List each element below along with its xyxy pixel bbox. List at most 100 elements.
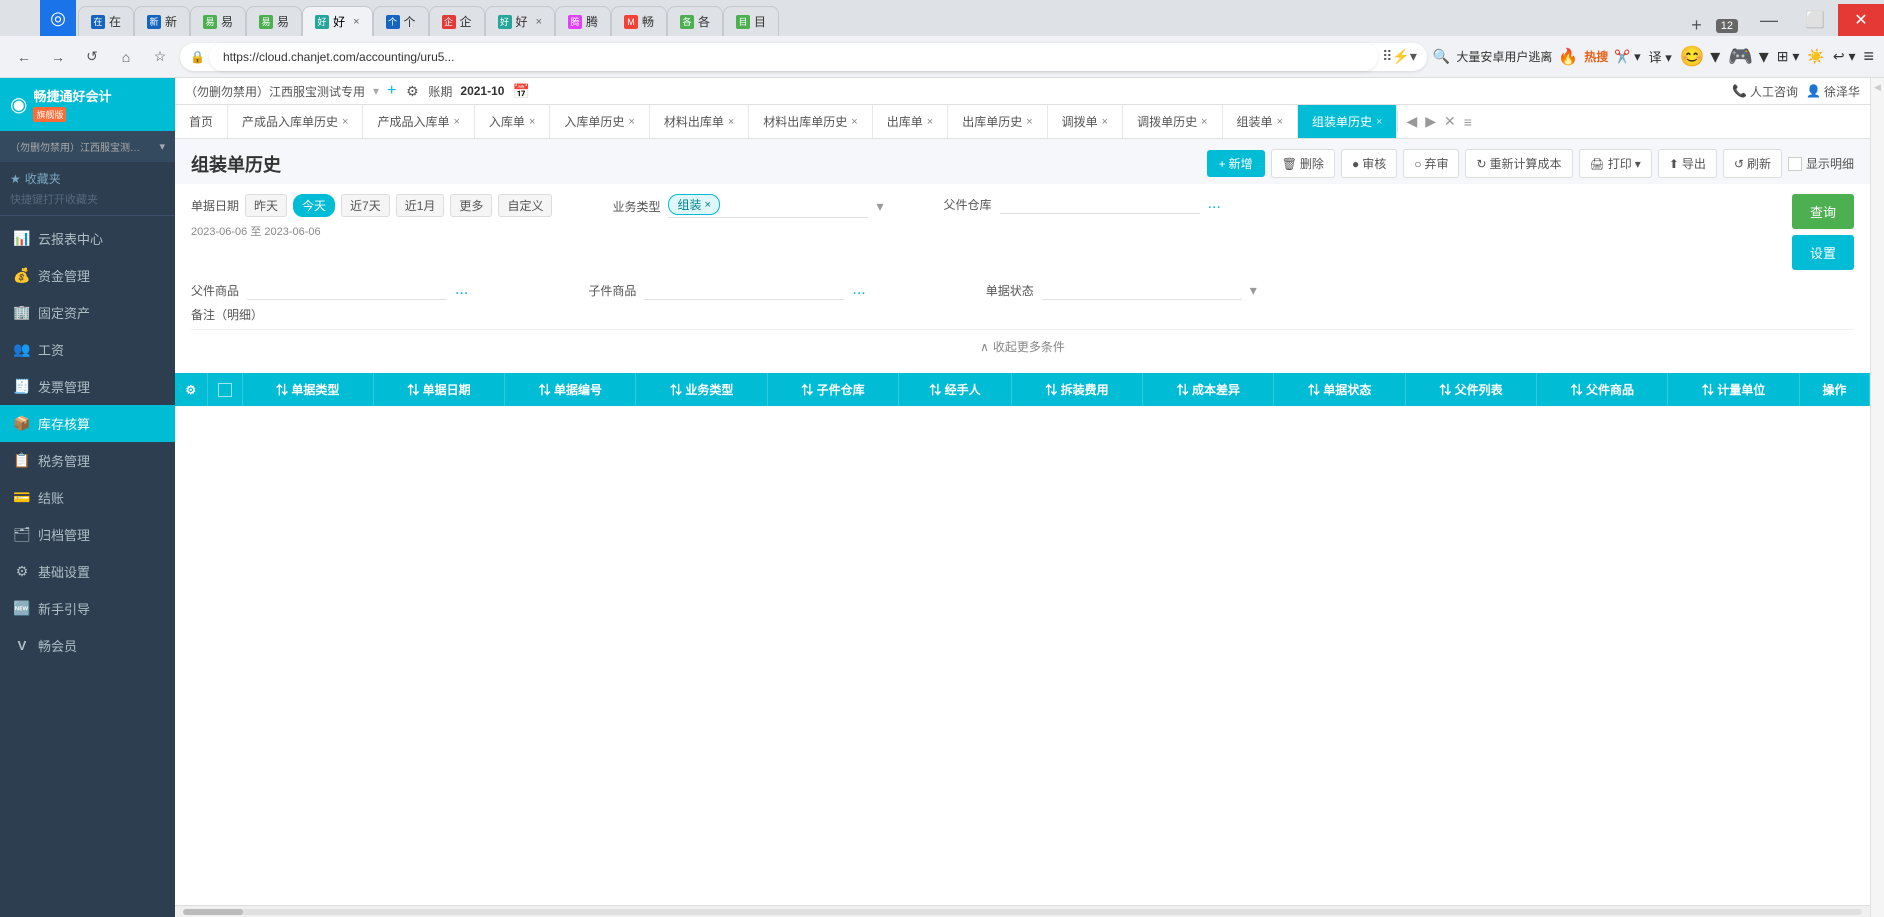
sidebar-item-finance[interactable]: 💰 资金管理: [0, 257, 175, 294]
sidebar-item-inventory[interactable]: 📦 库存核算: [0, 405, 175, 442]
out-hist-close[interactable]: ×: [1026, 116, 1032, 128]
transfer-hist-close[interactable]: ×: [1201, 116, 1207, 128]
cut-icon[interactable]: ✂️ ▾: [1614, 49, 1640, 65]
translate-icon[interactable]: 译 ▾: [1649, 47, 1672, 66]
page-tab-mat-out-hist[interactable]: 材料出库单历史 ×: [749, 105, 872, 138]
out-close[interactable]: ×: [927, 116, 933, 128]
tab-close-icon-2[interactable]: ×: [536, 16, 542, 28]
select-all-checkbox[interactable]: [218, 383, 232, 397]
th-unit[interactable]: ⇅ 计量单位: [1668, 373, 1799, 406]
browser-tab-10[interactable]: M 畅: [611, 6, 667, 36]
settings-button[interactable]: 设置: [1792, 235, 1854, 270]
export-button[interactable]: ⬆ 导出: [1658, 149, 1717, 178]
company-selector[interactable]: （勿删勿禁用）江西服宝测试专用 ▾: [0, 131, 175, 162]
1month-btn[interactable]: 近1月: [396, 194, 445, 217]
th-disassembly-fee[interactable]: ⇅ 拆装费用: [1011, 373, 1142, 406]
parent-warehouse-input[interactable]: [1000, 194, 1200, 214]
abandon-button[interactable]: ○ 弃审: [1403, 149, 1459, 178]
browser-tab-8[interactable]: 好 好 ×: [485, 6, 555, 36]
th-checkbox[interactable]: [207, 373, 242, 406]
sidebar-item-report[interactable]: 📊 云报表中心: [0, 220, 175, 257]
th-parent-item[interactable]: ⇅ 父件商品: [1537, 373, 1668, 406]
page-tab-mat-out[interactable]: 材料出库单 ×: [650, 105, 749, 138]
mat-out-hist-close[interactable]: ×: [851, 116, 857, 128]
assembly-close[interactable]: ×: [1277, 116, 1283, 128]
apps-icon[interactable]: ⊞ ▾: [1777, 48, 1800, 65]
th-cost-diff[interactable]: ⇅ 成本差异: [1143, 373, 1274, 406]
scrollbar-track[interactable]: [183, 909, 1862, 915]
page-tab-stock-in-hist[interactable]: 入库单历史 ×: [550, 105, 649, 138]
sidebar-item-fixed-assets[interactable]: 🏢 固定资产: [0, 294, 175, 331]
th-biz-type[interactable]: ⇅ 业务类型: [636, 373, 767, 406]
th-order-type[interactable]: ⇅ 单据类型: [242, 373, 373, 406]
browser-tab-12[interactable]: 目 目: [723, 6, 779, 36]
th-handler[interactable]: ⇅ 经手人: [899, 373, 1012, 406]
sidebar-item-settlement[interactable]: 💳 结账: [0, 479, 175, 516]
browser-tab-3[interactable]: 易 易: [190, 6, 246, 36]
page-tab-prod-in-hist[interactable]: 产成品入库单历史 ×: [228, 105, 363, 138]
print-button[interactable]: 🖨 打印 ▾: [1579, 149, 1652, 178]
home-button[interactable]: ⌂: [112, 43, 140, 71]
th-settings[interactable]: ⚙: [175, 373, 207, 406]
emoji-icon[interactable]: 😊 ▾: [1680, 44, 1721, 69]
tab-close-all[interactable]: ✕: [1440, 111, 1460, 132]
sub-item-dots[interactable]: ...: [852, 281, 865, 299]
browser-tab-2[interactable]: 新 新: [134, 6, 190, 36]
tab-right-arrow[interactable]: ▶: [1421, 111, 1440, 132]
more-btn[interactable]: 更多: [450, 194, 492, 217]
new-tab-button[interactable]: +: [1681, 15, 1712, 36]
undo-icon[interactable]: ↩ ▾: [1833, 48, 1856, 65]
browser-tab-4[interactable]: 易 易: [246, 6, 302, 36]
sidebar-item-tax[interactable]: 📋 税务管理: [0, 442, 175, 479]
th-order-date[interactable]: ⇅ 单据日期: [373, 373, 504, 406]
refresh-button[interactable]: ↺: [78, 43, 106, 71]
parent-item-input[interactable]: [247, 280, 447, 300]
custom-btn[interactable]: 自定义: [498, 194, 552, 217]
show-detail-checkbox[interactable]: [1788, 157, 1802, 171]
order-status-dropdown[interactable]: ▾: [1250, 282, 1257, 299]
menu-icon[interactable]: ≡: [1863, 46, 1874, 67]
parent-item-dots[interactable]: ...: [455, 281, 468, 299]
delete-button[interactable]: 🗑 删除: [1271, 149, 1335, 178]
browser-tab-7[interactable]: 企 企: [429, 6, 485, 36]
browser-tab-9[interactable]: 腾 腾: [555, 6, 611, 36]
collapse-button[interactable]: ∧ 收起更多条件: [191, 334, 1854, 359]
browser-tab-1[interactable]: 在 在: [78, 6, 134, 36]
browser-tab-11[interactable]: 各 各: [667, 6, 723, 36]
grid-icon[interactable]: ⠿: [1382, 48, 1392, 65]
biz-type-dropdown[interactable]: ▾: [876, 198, 883, 215]
7days-btn[interactable]: 近7天: [341, 194, 390, 217]
lightning-icon[interactable]: ⚡: [1392, 48, 1409, 65]
sun-icon[interactable]: ☀️: [1807, 48, 1824, 65]
tab-close-icon[interactable]: ×: [353, 16, 359, 28]
scrollbar-thumb[interactable]: [183, 909, 243, 915]
sidebar-item-payroll[interactable]: 👥 工资: [0, 331, 175, 368]
new-button[interactable]: + 新增: [1207, 150, 1265, 177]
refresh-button[interactable]: ↺ 刷新: [1723, 149, 1782, 178]
sidebar-item-archive[interactable]: 🗂 归档管理: [0, 516, 175, 553]
th-parent-list[interactable]: ⇅ 父件列表: [1405, 373, 1536, 406]
dropdown-icon[interactable]: ▾: [1410, 48, 1417, 65]
transfer-close[interactable]: ×: [1102, 116, 1108, 128]
th-sub-warehouse[interactable]: ⇅ 子件仓库: [767, 373, 898, 406]
review-button[interactable]: ● 审核: [1341, 149, 1397, 178]
close-button[interactable]: ✕: [1838, 4, 1884, 36]
parent-warehouse-dots[interactable]: ...: [1208, 195, 1221, 213]
prod-in-close[interactable]: ×: [453, 116, 459, 128]
sidebar-item-settings[interactable]: ⚙ 基础设置: [0, 553, 175, 590]
table-settings-icon[interactable]: ⚙: [185, 383, 196, 397]
browser-tab-6[interactable]: 个 个: [373, 6, 429, 36]
order-status-input[interactable]: [1042, 280, 1242, 300]
page-tab-out-hist[interactable]: 出库单历史 ×: [948, 105, 1047, 138]
page-tab-transfer-hist[interactable]: 调拨单历史 ×: [1123, 105, 1222, 138]
horizontal-scrollbar[interactable]: [175, 905, 1870, 917]
user-info[interactable]: 👤 徐泽华: [1806, 83, 1860, 100]
assembly-hist-close[interactable]: ×: [1376, 116, 1382, 128]
stock-in-hist-close[interactable]: ×: [628, 116, 634, 128]
sidebar-item-invoice[interactable]: 🧾 发票管理: [0, 368, 175, 405]
mat-out-close[interactable]: ×: [728, 116, 734, 128]
stock-in-close[interactable]: ×: [529, 116, 535, 128]
bookmark-button[interactable]: ☆: [146, 43, 174, 71]
back-button[interactable]: ←: [10, 43, 38, 71]
sub-item-input[interactable]: [644, 280, 844, 300]
